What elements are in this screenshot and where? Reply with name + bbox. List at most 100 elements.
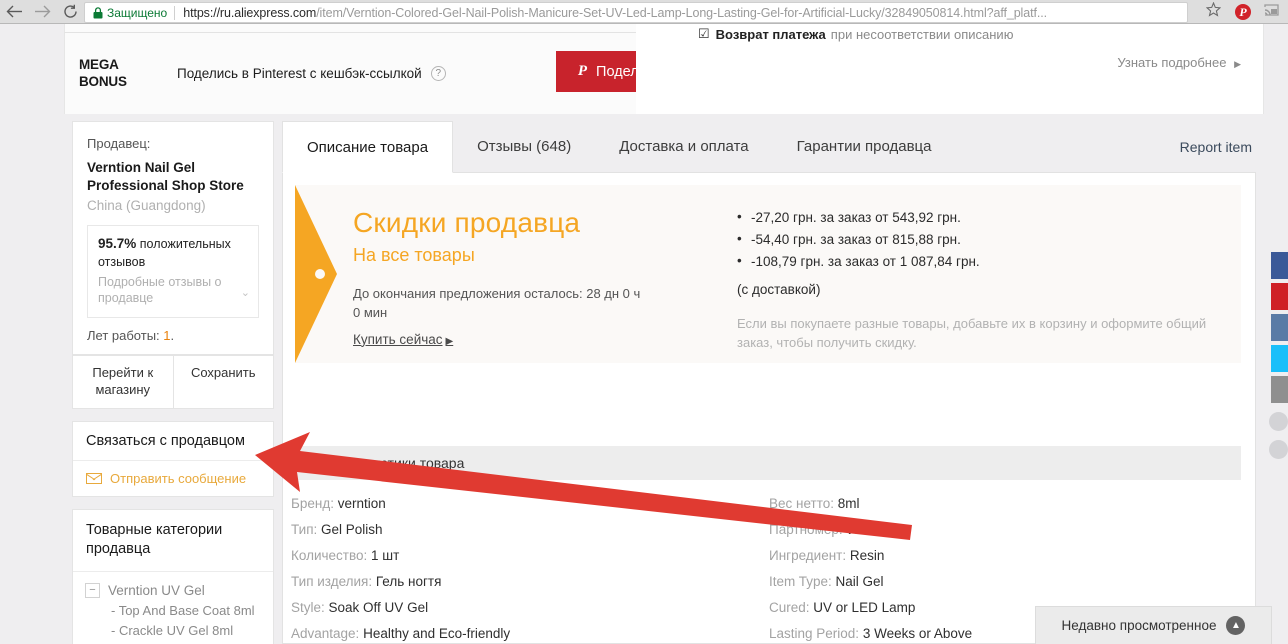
checkbox-checked-icon: ☑ [698, 26, 710, 41]
pinterest-extension-button[interactable]: P [1230, 1, 1256, 23]
cast-button[interactable] [1258, 1, 1284, 23]
product-tabs: Описание товара Отзывы (648) Доставка и … [282, 121, 1256, 173]
promo-subtitle: На все товары [353, 245, 475, 265]
specifications-left-column: Бренд: verntion Тип: Gel Polish Количест… [291, 491, 761, 643]
spec-key: Lasting Period: [769, 626, 860, 641]
seller-rating-line: 95.7% положительных отзывов [98, 235, 248, 270]
spec-row: Item Type: Nail Gel [769, 569, 1239, 595]
spec-key: Advantage: [291, 626, 360, 641]
page-viewport: MEGA BONUS Поделись в Pinterest с кешбэк… [0, 24, 1288, 644]
return-policy-panel: ☑ Возврат платежа при несоответствии опи… [636, 24, 1264, 114]
scroll-top-button[interactable] [1269, 412, 1288, 431]
spec-row: Партномер: v803 [769, 517, 1239, 543]
promo-note: Если вы покупаете разные товары, добавьт… [737, 315, 1207, 351]
goto-store-button[interactable]: Перейти к магазину [73, 356, 174, 409]
tab-panel-description: Скидки продавца На все товары До окончан… [282, 173, 1256, 644]
spec-row: Ингредиент: Resin [769, 543, 1239, 569]
telegram-share-button[interactable] [1271, 345, 1288, 372]
facebook-share-button[interactable] [1271, 252, 1288, 279]
spec-row: Тип: Gel Polish [291, 517, 761, 543]
return-policy-title: Возврат платежа [715, 26, 826, 42]
spec-value: Nail Gel [835, 574, 884, 589]
spec-row: Style: Soak Off UV Gel [291, 595, 761, 621]
report-item-link[interactable]: Report item [1180, 121, 1252, 173]
collapse-icon[interactable]: − [85, 582, 100, 598]
spec-value: Гель ногтя [375, 574, 442, 589]
seller-location: China (Guangdong) [87, 198, 206, 214]
send-message-button[interactable]: Отправить сообщение [73, 461, 273, 496]
promo-title: Скидки продавца [353, 207, 581, 238]
spec-key: Ингредиент: [769, 548, 847, 563]
contact-seller-title: Связаться с продавцом [73, 422, 273, 462]
spec-key: Cured: [769, 600, 810, 615]
youtube-share-button[interactable] [1271, 283, 1288, 310]
seller-categories-card: Товарные категории продавца − Verntion U… [72, 509, 274, 644]
seller-info-card: Продавец: Verntion Nail Gel Professional… [72, 121, 274, 356]
seller-discounts-promo: Скидки продавца На все товары До окончан… [295, 185, 1241, 363]
help-icon[interactable]: ? [430, 66, 446, 81]
tab-description[interactable]: Описание товара [282, 121, 454, 173]
bookmark-button[interactable] [1200, 1, 1226, 23]
address-bar[interactable]: Защищено https://ru.aliexpress.com/item/… [84, 2, 1188, 23]
category-group-header[interactable]: − Verntion UV Gel [85, 582, 261, 598]
seller-years-line: Лет работы: 1. [87, 318, 259, 354]
social-share-rail [1269, 252, 1288, 459]
seller-name[interactable]: Verntion Nail Gel Professional Shop Stor… [87, 159, 259, 195]
reload-button[interactable] [56, 0, 84, 24]
spec-key: Style: [291, 600, 325, 615]
back-arrow-icon [6, 4, 23, 19]
spec-value: 1 шт [371, 548, 400, 563]
spec-value: Gel Polish [321, 522, 383, 537]
spec-key: Партномер: [769, 522, 843, 537]
learn-more-link[interactable]: Узнать подробнее ▶ [1117, 55, 1241, 70]
spec-row: Бренд: verntion [291, 491, 761, 517]
recently-viewed-widget[interactable]: Недавно просмотренное ▲ [1035, 606, 1272, 644]
discount-item: -54,40 грн. за заказ от 815,88 грн. [737, 228, 1227, 251]
spec-value: Healthy and Eco-friendly [363, 626, 511, 641]
back-button[interactable] [0, 0, 28, 24]
seller-rating-box[interactable]: 95.7% положительных отзывов Подробные от… [87, 225, 259, 319]
tab-seller-guarantees[interactable]: Гарантии продавца [773, 121, 956, 172]
category-group: − Verntion UV Gel - Top And Base Coat 8m… [73, 572, 273, 644]
chevron-right-icon: ▶ [1234, 59, 1241, 69]
spec-value: 8ml [837, 496, 860, 511]
spec-key: Бренд: [291, 496, 334, 511]
spec-value: verntion [337, 496, 386, 511]
promo-countdown: До окончания предложения осталось: 28 дн… [353, 286, 641, 320]
spec-key: Item Type: [769, 574, 832, 589]
vk-share-button[interactable] [1271, 314, 1288, 341]
buy-now-link[interactable]: Купить сейчас ▶ [353, 332, 453, 347]
spec-row: Количество: 1 шт [291, 543, 761, 569]
category-item[interactable]: - Platinum UV Gel 8ml [85, 638, 261, 644]
more-share-button[interactable] [1271, 376, 1288, 403]
tab-reviews[interactable]: Отзывы (648) [453, 121, 595, 172]
browser-toolbar: Защищено https://ru.aliexpress.com/item/… [0, 0, 1288, 24]
forward-button[interactable] [28, 0, 56, 24]
spec-key: Количество: [291, 548, 368, 563]
spec-value: v803 [846, 522, 876, 537]
megabonus-logo-line2: BONUS [79, 73, 127, 89]
megabonus-logo: MEGA BONUS [65, 57, 167, 91]
seller-rating-percent: 95.7% [98, 236, 137, 252]
megabonus-text-label: Поделись в Pinterest с кешбэк-ссылкой [177, 66, 422, 81]
category-item[interactable]: - Top And Base Coat 8ml [85, 598, 261, 618]
promo-discount-list: -27,20 грн. за заказ от 543,92 грн. -54,… [737, 206, 1227, 353]
seller-buttons-row: Перейти к магазину Сохранить [73, 355, 274, 409]
url-host: https://ru.aliexpress.com [183, 5, 317, 20]
discount-item: -27,20 грн. за заказ от 543,92 грн. [737, 206, 1227, 229]
tab-shipping-payment[interactable]: Доставка и оплата [595, 121, 772, 172]
recently-viewed-label: Недавно просмотренное [1061, 618, 1217, 633]
pinterest-icon: P [1235, 4, 1251, 20]
seller-label: Продавец: [87, 136, 151, 151]
chevron-down-icon[interactable]: ⌄ [241, 286, 250, 299]
url-text: https://ru.aliexpress.com/item/Verntion-… [183, 6, 1047, 20]
chevron-up-icon[interactable]: ▲ [1226, 616, 1246, 635]
scroll-bottom-button[interactable] [1269, 440, 1288, 459]
omnibox-divider [174, 5, 176, 20]
promo-body: Скидки продавца На все товары До окончан… [353, 207, 733, 349]
spec-value: UV or LED Lamp [813, 600, 916, 615]
seller-actions: Перейти к магазину Сохранить [72, 355, 274, 410]
save-seller-button[interactable]: Сохранить [174, 356, 274, 408]
url-path: /item/Verntion-Colored-Gel-Nail-Polish-M… [316, 5, 1047, 20]
category-item[interactable]: - Crackle UV Gel 8ml [85, 618, 261, 638]
